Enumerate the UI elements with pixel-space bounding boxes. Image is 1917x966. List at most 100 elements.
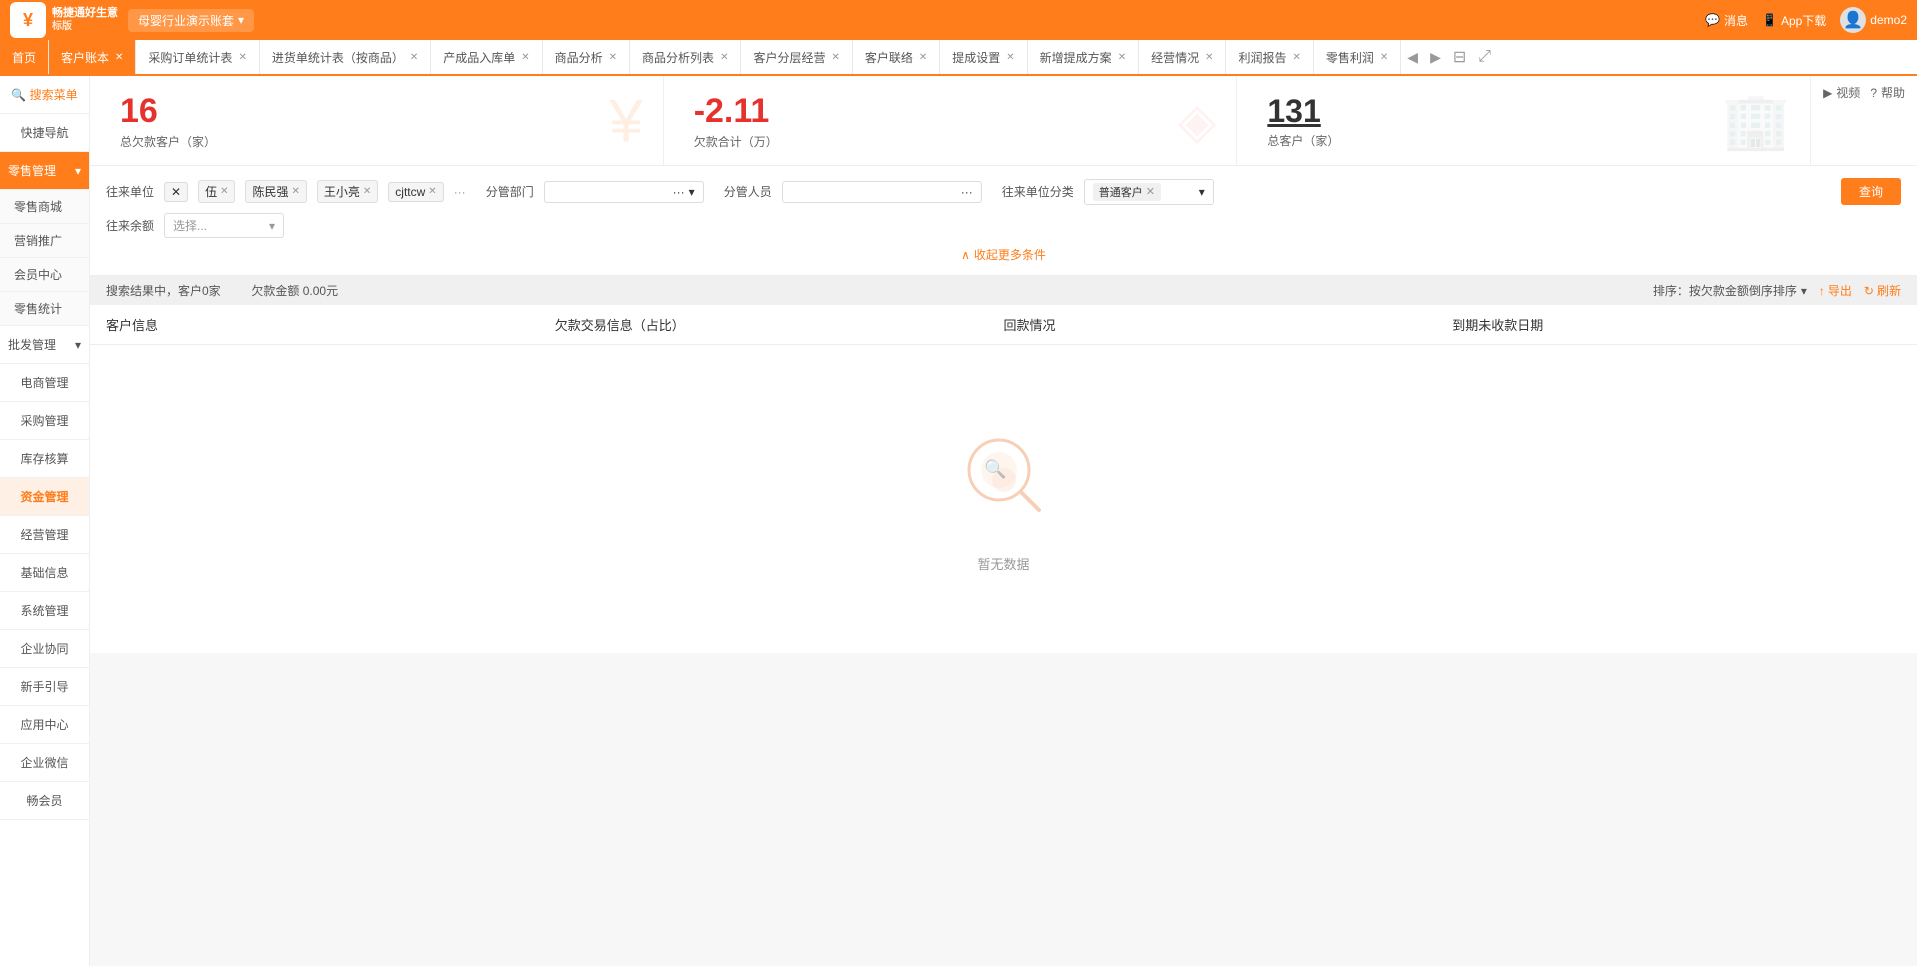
collapse-button[interactable]: ∧ 收起更多条件	[961, 246, 1046, 263]
sort-select[interactable]: 排序：按欠款金额倒序排序 ▾	[1653, 282, 1807, 299]
tab-home[interactable]: 首页	[0, 40, 49, 75]
export-label: 导出	[1828, 282, 1852, 299]
unit-class-select[interactable]: 普通客户 ✕ ▾	[1084, 179, 1214, 205]
tab-commission-settings-close[interactable]: ✕	[1006, 52, 1014, 63]
refresh-btn[interactable]: ↻ 刷新	[1864, 282, 1901, 299]
wholesale-mgmt-label: 批发管理	[8, 336, 56, 353]
video-btn[interactable]: ▶ 视频	[1823, 84, 1860, 101]
filter-tag-x-close[interactable]: ✕	[171, 185, 181, 199]
sidebar-item-inventory[interactable]: 库存核算	[0, 440, 89, 478]
sidebar-search[interactable]: 🔍 搜索菜单	[0, 76, 89, 114]
sidebar-item-enterprise[interactable]: 企业协同	[0, 630, 89, 668]
tab-product-analysis-list[interactable]: 商品分析列表 ✕	[630, 40, 741, 75]
sidebar-item-retail-mgmt[interactable]: 零售管理 ▾	[0, 152, 89, 190]
tab-customer-contact-close[interactable]: ✕	[919, 52, 927, 63]
tab-product-analysis[interactable]: 商品分析 ✕	[543, 40, 630, 75]
tab-commission-settings[interactable]: 提成设置 ✕	[940, 40, 1027, 75]
col-header-due-date: 到期未收款日期	[1452, 315, 1901, 334]
tab-inbound-stats-close[interactable]: ✕	[410, 52, 418, 63]
balance-select[interactable]: 选择... ▾	[164, 213, 284, 238]
person-label: 分管人员	[724, 183, 772, 200]
stat-total-customers: 🏢 131 总客户（家）	[1237, 76, 1811, 165]
tab-finished-goods-close[interactable]: ✕	[521, 52, 529, 63]
sidebar-item-member[interactable]: 畅会员	[0, 782, 89, 820]
dept-dropdown-icon: ▾	[689, 185, 695, 199]
tab-inbound-stats[interactable]: 进货单统计表（按商品） ✕	[260, 40, 431, 75]
tab-customer-ledger-close[interactable]: ✕	[115, 52, 123, 63]
tab-next-btn[interactable]: ▶	[1424, 40, 1447, 75]
tab-product-analysis-close[interactable]: ✕	[609, 52, 617, 63]
tab-profit-report-close[interactable]: ✕	[1293, 52, 1301, 63]
tab-product-analysis-list-close[interactable]: ✕	[720, 52, 728, 63]
unit-class-tag-close[interactable]: ✕	[1146, 185, 1155, 198]
tab-operations-close[interactable]: ✕	[1205, 52, 1213, 63]
search-icon: 🔍	[11, 88, 26, 102]
empty-state: 🔍 暂无数据	[90, 345, 1917, 653]
tab-customer-contact[interactable]: 客户联络 ✕	[853, 40, 940, 75]
logo-icon: ¥	[10, 2, 46, 38]
wechat-label: 企业微信	[20, 754, 68, 771]
sidebar-item-system[interactable]: 系统管理	[0, 592, 89, 630]
sidebar-item-app-center[interactable]: 应用中心	[0, 706, 89, 744]
sidebar-item-wechat[interactable]: 企业微信	[0, 744, 89, 782]
tab-finished-goods-label: 产成品入库单	[443, 49, 515, 66]
sidebar-item-retail-stats[interactable]: 零售统计	[0, 292, 89, 326]
user-area[interactable]: 👤 demo2	[1840, 7, 1907, 33]
tab-customer-tier-close[interactable]: ✕	[831, 52, 839, 63]
person-select[interactable]: ···	[782, 181, 982, 203]
tab-retail-profit-close[interactable]: ✕	[1380, 52, 1388, 63]
sidebar-item-ecommerce[interactable]: 电商管理	[0, 364, 89, 402]
tab-purchase-order[interactable]: 采购订单统计表 ✕	[136, 40, 259, 75]
company-selector[interactable]: 母婴行业演示账套 ▾	[128, 9, 254, 32]
filter-tag-cjttcw-label: cjttcw	[395, 185, 425, 199]
sidebar-quick-nav[interactable]: 快捷导航	[0, 114, 89, 152]
tab-menu-btn[interactable]: ⊟	[1447, 40, 1472, 75]
sidebar-item-basic-info[interactable]: 基础信息	[0, 554, 89, 592]
filter-more-tags[interactable]: ···	[454, 185, 466, 199]
video-help-area: ▶ 视频 ? 帮助	[1811, 76, 1917, 165]
balance-placeholder: 选择...	[173, 217, 207, 234]
dept-select[interactable]: ··· ▾	[544, 181, 704, 203]
result-bar: 搜索结果中，客户0家 欠款金额 0.00元 排序：按欠款金额倒序排序 ▾ ↑ 导…	[90, 276, 1917, 305]
tab-retail-profit-label: 零售利润	[1326, 49, 1374, 66]
export-btn[interactable]: ↑ 导出	[1819, 282, 1852, 299]
tab-add-commission[interactable]: 新增提成方案 ✕	[1028, 40, 1139, 75]
sidebar-item-wholesale-mgmt[interactable]: 批发管理 ▾	[0, 326, 89, 364]
sidebar-item-operations-mgmt[interactable]: 经营管理	[0, 516, 89, 554]
tab-customer-tier-label: 客户分层经营	[753, 49, 825, 66]
balance-label: 往来余额	[106, 217, 154, 234]
stat-overdue-amount: ◈ -2.11 欠款合计（万）	[664, 76, 1238, 165]
message-btn[interactable]: 💬 消息	[1705, 12, 1748, 29]
tab-add-commission-close[interactable]: ✕	[1118, 52, 1126, 63]
tab-retail-profit[interactable]: 零售利润 ✕	[1314, 40, 1401, 75]
stat-total-value: 131	[1267, 93, 1320, 130]
tab-finished-goods[interactable]: 产成品入库单 ✕	[431, 40, 542, 75]
sidebar-item-purchase[interactable]: 采购管理	[0, 402, 89, 440]
tab-profit-report[interactable]: 利润报告 ✕	[1226, 40, 1313, 75]
tab-prev-btn[interactable]: ◀	[1401, 40, 1424, 75]
tab-expand-btn[interactable]: ⤢	[1472, 40, 1497, 75]
app-download-btn[interactable]: 📱 App下载	[1762, 12, 1826, 29]
filter-tag-wang-close[interactable]: ✕	[363, 186, 371, 197]
sidebar-item-marketing[interactable]: 营销推广	[0, 224, 89, 258]
tab-customer-tier[interactable]: 客户分层经营 ✕	[741, 40, 852, 75]
sidebar-item-newbie[interactable]: 新手引导	[0, 668, 89, 706]
refresh-label: 刷新	[1877, 282, 1901, 299]
message-label: 消息	[1724, 12, 1748, 29]
sidebar-item-capital[interactable]: 资金管理	[0, 478, 89, 516]
filter-tag-cjttcw-close[interactable]: ✕	[428, 186, 436, 197]
tab-customer-ledger[interactable]: 客户账本 ✕	[49, 40, 136, 75]
svg-text:🔍: 🔍	[984, 457, 1006, 479]
sidebar-item-retail-mall[interactable]: 零售商城	[0, 190, 89, 224]
filter-tag-chen-close[interactable]: ✕	[292, 186, 300, 197]
inventory-label: 库存核算	[20, 450, 68, 467]
sidebar-item-member-center[interactable]: 会员中心	[0, 258, 89, 292]
tab-operations[interactable]: 经营情况 ✕	[1139, 40, 1226, 75]
tab-purchase-order-close[interactable]: ✕	[238, 52, 246, 63]
empty-icon: 🔍	[954, 425, 1054, 544]
stat-overdue-count: 16	[120, 92, 158, 131]
help-btn[interactable]: ? 帮助	[1870, 84, 1905, 101]
filter-tag-wu-close[interactable]: ✕	[220, 186, 228, 197]
query-button[interactable]: 查询	[1841, 178, 1901, 205]
download-icon: 📱	[1762, 13, 1777, 27]
